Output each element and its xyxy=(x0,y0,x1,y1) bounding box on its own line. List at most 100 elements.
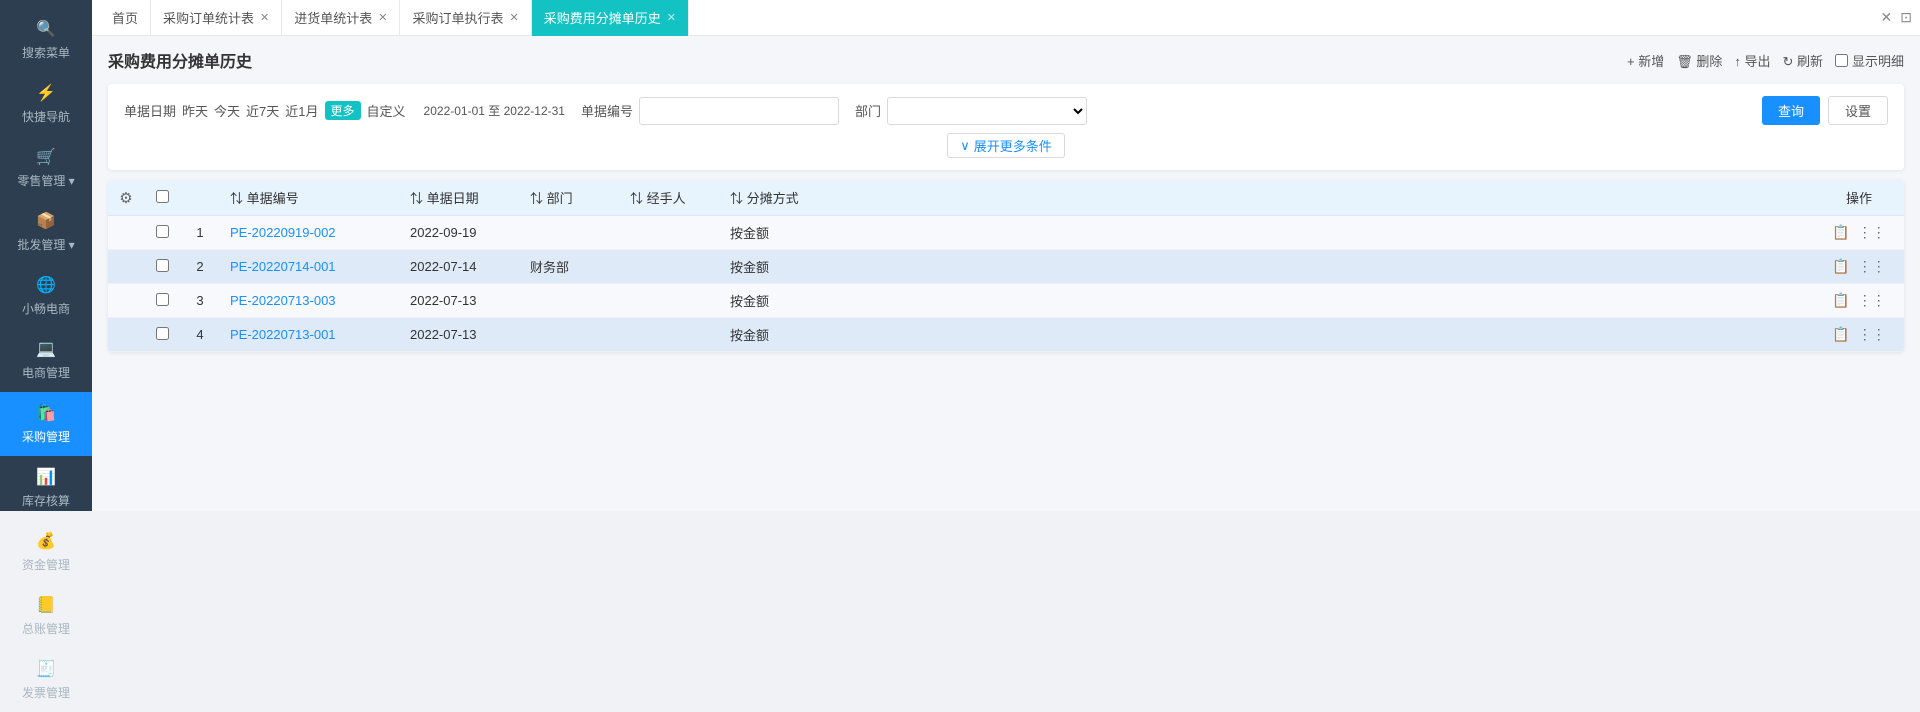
row-dept-3 xyxy=(520,318,620,352)
row-date-3: 2022-07-13 xyxy=(400,318,520,352)
tab-purchase-order-stat[interactable]: 采购订单统计表 ✕ xyxy=(151,0,282,36)
row-date-1: 2022-07-14 xyxy=(400,250,520,284)
ecom-icon: 💻 xyxy=(4,338,88,362)
row-dept-1: 财务部 xyxy=(520,250,620,284)
gear-icon[interactable]: ⚙ xyxy=(119,190,132,207)
row-doc-no-1: PE-20220714-001 xyxy=(220,250,400,284)
close-tab-purchase-cost-split[interactable]: ✕ xyxy=(667,11,676,24)
filter-bar: 单据日期 昨天 今天 近7天 近1月 更多 自定义 2022-01-01 至 2… xyxy=(108,84,1904,170)
close-tab-purchase-order-exec[interactable]: ✕ xyxy=(510,11,519,24)
row-settings-2 xyxy=(108,284,144,318)
expand-more-button[interactable]: ∨ 展开更多条件 xyxy=(947,133,1065,158)
wholesale-icon: 📦 xyxy=(4,210,88,234)
row-edit-icon-2[interactable]: 📋 xyxy=(1832,292,1849,309)
filter-dept-item: 部门 xyxy=(855,97,1087,125)
sidebar-item-ecom-small[interactable]: 🌐 小畅电商 xyxy=(0,264,92,328)
row-select-1[interactable] xyxy=(156,259,169,272)
row-checkbox-1[interactable] xyxy=(144,250,180,284)
sidebar-item-purchase[interactable]: 🛍️ 采购管理 xyxy=(0,392,92,456)
doc-no-link-2[interactable]: PE-20220713-003 xyxy=(230,293,336,308)
row-doc-no-3: PE-20220713-001 xyxy=(220,318,400,352)
sidebar-item-inventory[interactable]: 📊 库存核算 xyxy=(0,456,92,520)
refresh-button[interactable]: ↻ 刷新 xyxy=(1782,51,1823,70)
shortcut-custom[interactable]: 自定义 xyxy=(367,101,406,120)
row-settings-3 xyxy=(108,318,144,352)
shortcut-today[interactable]: 今天 xyxy=(214,101,240,120)
sort-date-icon[interactable]: ⇅ xyxy=(410,191,423,206)
tab-purchase-cost-split[interactable]: 采购费用分摊单历史 ✕ xyxy=(532,0,689,36)
sidebar-item-search[interactable]: 🔍 搜索菜单 xyxy=(0,8,92,72)
sort-method-icon[interactable]: ⇅ xyxy=(730,191,743,206)
show-columns-input[interactable] xyxy=(1835,54,1848,67)
sort-handler-icon[interactable]: ⇅ xyxy=(630,191,643,206)
filter-date-range: 2022-01-01 至 2022-12-31 xyxy=(424,102,565,119)
row-edit-icon-0[interactable]: 📋 xyxy=(1832,224,1849,241)
delete-button[interactable]: 🗑 删除 xyxy=(1676,51,1722,70)
row-more-icon-2[interactable]: ⋮⋮ xyxy=(1858,292,1886,309)
shortcut-last7[interactable]: 近7天 xyxy=(246,101,279,120)
col-header-handler: ⇅ 经手人 xyxy=(620,180,720,216)
row-date-2: 2022-07-13 xyxy=(400,284,520,318)
row-index-0: 1 xyxy=(180,216,220,250)
sort-dept-icon[interactable]: ⇅ xyxy=(530,191,543,206)
row-action-1: 📋 ⋮⋮ xyxy=(1814,250,1904,284)
row-method-1: 按金额 xyxy=(720,250,1814,284)
shortcut-more[interactable]: 更多 xyxy=(325,101,361,120)
row-handler-1 xyxy=(620,250,720,284)
filter-actions: 查询 设置 xyxy=(1762,96,1888,125)
table-row: 4 PE-20220713-001 2022-07-13 按金额 📋 ⋮⋮ xyxy=(108,318,1904,352)
row-checkbox-3[interactable] xyxy=(144,318,180,352)
row-select-3[interactable] xyxy=(156,327,169,340)
row-dept-2 xyxy=(520,284,620,318)
sidebar-item-ecom[interactable]: 💻 电商管理 xyxy=(0,328,92,392)
export-button[interactable]: ↑ 导出 xyxy=(1734,51,1770,70)
sidebar-item-wholesale[interactable]: 📦 批发管理 ▾ xyxy=(0,200,92,264)
sidebar-item-retail[interactable]: 🛒 零售管理 ▾ xyxy=(0,136,92,200)
tab-bar: 首页 采购订单统计表 ✕ 进货单统计表 ✕ 采购订单执行表 ✕ 采购费用分摊单历… xyxy=(92,0,1920,36)
filter-date-shortcuts: 昨天 今天 近7天 近1月 更多 自定义 xyxy=(182,101,406,120)
shortcut-last1m[interactable]: 近1月 xyxy=(285,101,318,120)
tab-purchase-order-exec[interactable]: 采购订单执行表 ✕ xyxy=(400,0,531,36)
doc-no-link-1[interactable]: PE-20220714-001 xyxy=(230,259,336,274)
tab-home[interactable]: 首页 xyxy=(100,0,151,36)
query-button[interactable]: 查询 xyxy=(1762,96,1820,125)
row-action-icons-0: 📋 ⋮⋮ xyxy=(1824,224,1894,241)
close-tab-purchase-goods-stat[interactable]: ✕ xyxy=(378,11,387,24)
row-more-icon-1[interactable]: ⋮⋮ xyxy=(1858,258,1886,275)
close-tab-purchase-order-stat[interactable]: ✕ xyxy=(260,11,269,24)
add-button[interactable]: + 新增 xyxy=(1627,51,1664,70)
row-action-3: 📋 ⋮⋮ xyxy=(1814,318,1904,352)
tab-purchase-goods-stat[interactable]: 进货单统计表 ✕ xyxy=(282,0,400,36)
doc-no-link-0[interactable]: PE-20220919-002 xyxy=(230,225,336,240)
row-more-icon-3[interactable]: ⋮⋮ xyxy=(1858,326,1886,343)
table-row: 3 PE-20220713-003 2022-07-13 按金额 📋 ⋮⋮ xyxy=(108,284,1904,318)
filter-docno-input[interactable] xyxy=(639,97,839,125)
sidebar-item-capital[interactable]: 💰 资金管理 xyxy=(0,520,92,584)
col-header-doc-no: ⇅ 单据编号 xyxy=(220,180,400,216)
row-select-2[interactable] xyxy=(156,293,169,306)
sidebar-item-invoice[interactable]: 🧾 发票管理 xyxy=(0,648,92,712)
row-doc-no-2: PE-20220713-003 xyxy=(220,284,400,318)
row-select-0[interactable] xyxy=(156,225,169,238)
doc-no-link-3[interactable]: PE-20220713-001 xyxy=(230,327,336,342)
filter-dept-select[interactable] xyxy=(887,97,1087,125)
setting-button[interactable]: 设置 xyxy=(1828,96,1888,125)
sidebar-item-ledger[interactable]: 📒 总账管理 xyxy=(0,584,92,648)
shortcut-yesterday[interactable]: 昨天 xyxy=(182,101,208,120)
shortcut-icon: ⚡ xyxy=(4,82,88,106)
sort-doc-no-icon[interactable]: ⇅ xyxy=(230,191,243,206)
row-checkbox-0[interactable] xyxy=(144,216,180,250)
sidebar: 🔍 搜索菜单 ⚡ 快捷导航 🛒 零售管理 ▾ 📦 批发管理 ▾ 🌐 小畅电商 💻… xyxy=(0,0,92,511)
close-all-tabs-icon[interactable]: ✕ xyxy=(1881,9,1893,26)
table-header-row: ⚙ ⇅ 单据编号 ⇅ 单据日期 xyxy=(108,180,1904,216)
row-edit-icon-3[interactable]: 📋 xyxy=(1832,326,1849,343)
row-more-icon-0[interactable]: ⋮⋮ xyxy=(1858,224,1886,241)
restore-tab-icon[interactable]: ⊡ xyxy=(1900,9,1912,26)
inventory-icon: 📊 xyxy=(4,466,88,490)
sidebar-item-shortcut[interactable]: ⚡ 快捷导航 xyxy=(0,72,92,136)
row-action-0: 📋 ⋮⋮ xyxy=(1814,216,1904,250)
row-checkbox-2[interactable] xyxy=(144,284,180,318)
show-columns-checkbox[interactable]: 显示明细 xyxy=(1835,51,1904,70)
select-all-checkbox[interactable] xyxy=(156,190,169,203)
row-edit-icon-1[interactable]: 📋 xyxy=(1832,258,1849,275)
